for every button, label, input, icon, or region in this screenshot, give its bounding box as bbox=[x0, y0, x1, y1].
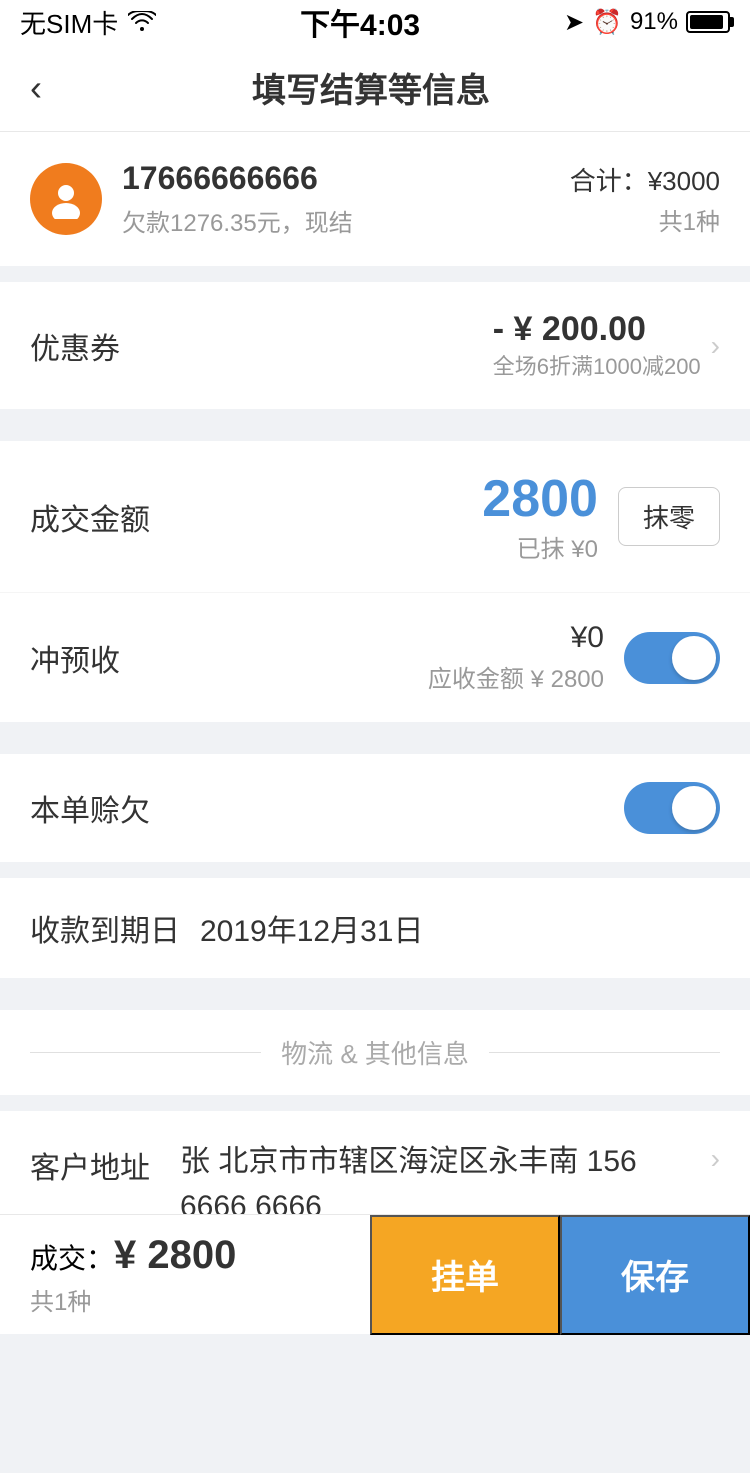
deal-amount-value: 2800 bbox=[482, 469, 598, 529]
alarm-icon: ⏰ bbox=[592, 8, 622, 37]
round-button[interactable]: 抹零 bbox=[618, 487, 720, 546]
debt-toggle[interactable] bbox=[624, 782, 720, 834]
address-label: 客户地址 bbox=[30, 1143, 150, 1187]
advance-amount-container: ¥0 应收金额 ¥ 2800 bbox=[428, 621, 604, 694]
bottom-count: 共1种 bbox=[30, 1282, 340, 1317]
total-count: 共1种 bbox=[570, 202, 720, 237]
status-left: 无SIM卡 bbox=[20, 4, 156, 41]
save-button[interactable]: 保存 bbox=[560, 1215, 750, 1335]
status-right: ➤ ⏰ 91% bbox=[564, 8, 730, 37]
page-title: 填写结算等信息 bbox=[62, 63, 680, 112]
address-chevron-icon: › bbox=[711, 1143, 720, 1175]
debt-row: 本单赊欠 bbox=[0, 754, 750, 862]
already-erased-label: 已抹 ¥0 bbox=[482, 529, 598, 564]
logistics-header: 物流 & 其他信息 bbox=[0, 1010, 750, 1095]
section-divider-1 bbox=[0, 425, 750, 441]
bottom-deal-amount: ¥ 2800 bbox=[114, 1233, 236, 1277]
location-icon: ➤ bbox=[564, 8, 584, 37]
customer-debt: 欠款1276.35元，现结 bbox=[122, 203, 353, 238]
advance-right: ¥0 应收金额 ¥ 2800 bbox=[428, 621, 720, 694]
advance-label: 冲预收 bbox=[30, 636, 120, 680]
advance-toggle[interactable] bbox=[624, 632, 720, 684]
debt-toggle-knob bbox=[672, 786, 716, 830]
advance-row: 冲预收 ¥0 应收金额 ¥ 2800 bbox=[0, 593, 750, 722]
logistics-line-left bbox=[30, 1052, 261, 1053]
carrier-label: 无SIM卡 bbox=[20, 4, 118, 41]
back-button[interactable]: ‹ bbox=[30, 67, 42, 109]
customer-left: 17666666666 欠款1276.35元，现结 bbox=[30, 160, 353, 238]
customer-card: 17666666666 欠款1276.35元，现结 合计：¥3000 共1种 bbox=[0, 132, 750, 266]
advance-toggle-knob bbox=[672, 636, 716, 680]
coupon-right: - ¥ 200.00 全场6折满1000减200 › bbox=[493, 310, 720, 381]
battery-label: 91% bbox=[630, 8, 678, 36]
status-time: 下午4:03 bbox=[300, 0, 420, 44]
bottom-deal-label: 成交： bbox=[30, 1243, 114, 1274]
advance-note: 应收金额 ¥ 2800 bbox=[428, 659, 604, 694]
coupon-discount: - ¥ 200.00 bbox=[493, 310, 701, 349]
deal-amount-section: 成交金额 2800 已抹 ¥0 抹零 冲预收 ¥0 应收金额 ¥ 2800 bbox=[0, 441, 750, 722]
section-divider-2 bbox=[0, 738, 750, 754]
avatar bbox=[30, 163, 102, 235]
due-date-value: 2019年12月31日 bbox=[200, 906, 423, 950]
coupon-label: 优惠券 bbox=[30, 324, 120, 368]
coupon-desc: 全场6折满1000减200 bbox=[493, 349, 701, 381]
bottom-bar: 成交：¥ 2800 共1种 挂单 保存 bbox=[0, 1214, 750, 1334]
customer-info: 17666666666 欠款1276.35元，现结 bbox=[122, 160, 353, 238]
bottom-deal-row: 成交：¥ 2800 bbox=[30, 1233, 340, 1278]
total-label: 合计：¥3000 bbox=[570, 161, 720, 198]
deal-amount-row: 成交金额 2800 已抹 ¥0 抹零 bbox=[0, 441, 750, 593]
nav-bar: ‹ 填写结算等信息 bbox=[0, 44, 750, 132]
coupon-row[interactable]: 优惠券 - ¥ 200.00 全场6折满1000减200 › bbox=[0, 282, 750, 409]
battery-icon bbox=[686, 11, 730, 33]
debt-label: 本单赊欠 bbox=[30, 786, 150, 830]
logistics-section: 物流 & 其他信息 bbox=[0, 1010, 750, 1095]
customer-total: 合计：¥3000 共1种 bbox=[570, 161, 720, 237]
due-date-label: 收款到期日 bbox=[30, 906, 180, 950]
deal-amount-label: 成交金额 bbox=[30, 495, 150, 539]
deal-amount-right: 2800 已抹 ¥0 抹零 bbox=[482, 469, 720, 564]
customer-phone: 17666666666 bbox=[122, 160, 353, 197]
status-bar: 无SIM卡 下午4:03 ➤ ⏰ 91% bbox=[0, 0, 750, 44]
due-date-row: 收款到期日 2019年12月31日 bbox=[0, 878, 750, 978]
section-divider-3 bbox=[0, 994, 750, 1010]
chevron-right-icon: › bbox=[711, 330, 720, 362]
advance-amount: ¥0 bbox=[428, 621, 604, 655]
debt-section: 本单赊欠 bbox=[0, 754, 750, 862]
logistics-line-right bbox=[489, 1052, 720, 1053]
bottom-summary: 成交：¥ 2800 共1种 bbox=[0, 1233, 370, 1317]
logistics-title: 物流 & 其他信息 bbox=[281, 1034, 469, 1071]
pending-button[interactable]: 挂单 bbox=[370, 1215, 560, 1335]
wifi-icon bbox=[128, 7, 156, 38]
